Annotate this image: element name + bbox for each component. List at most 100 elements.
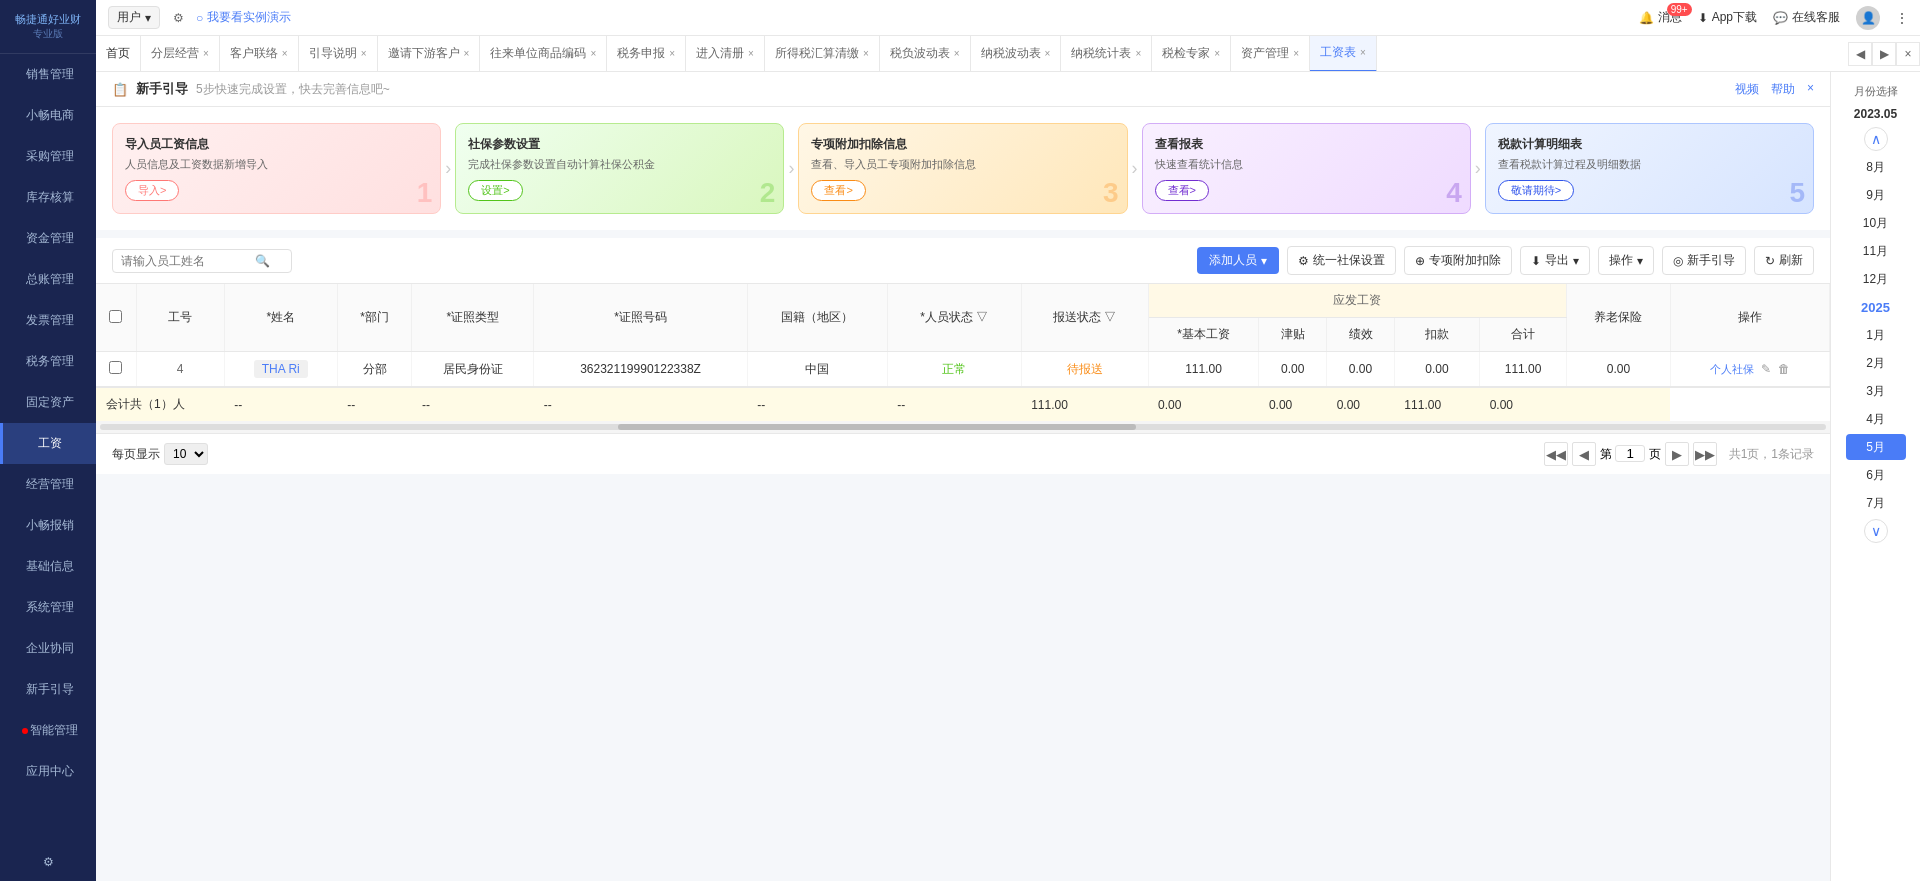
tab-tax-fluctuation[interactable]: 纳税波动表 × [971,36,1062,72]
step-5-button[interactable]: 敬请期待> [1498,180,1574,201]
month-item-10[interactable]: 10月 [1846,210,1906,236]
sidebar-item-ledger[interactable]: 总账管理 [0,259,96,300]
tab-close-icon[interactable]: × [282,48,288,59]
tab-scroll-right[interactable]: ▶ [1872,42,1896,66]
operations-button[interactable]: 操作 ▾ [1598,246,1654,275]
more-button[interactable]: ⋮ [1896,11,1908,25]
settings-icon[interactable]: ⚙ [168,8,188,28]
tab-close-icon[interactable]: × [669,48,675,59]
sidebar-item-collab[interactable]: 企业协同 [0,628,96,669]
year-2025-item[interactable]: 2025 [1846,294,1906,320]
tab-close-icon[interactable]: × [863,48,869,59]
tab-close-icon[interactable]: × [954,48,960,59]
tab-close-icon[interactable]: × [1293,48,1299,59]
tab-layered-ops[interactable]: 分层经营 × [141,36,220,72]
last-page-button[interactable]: ▶▶ [1693,442,1717,466]
app-download-button[interactable]: ⬇ App下载 [1698,9,1757,26]
select-all-checkbox[interactable] [109,310,122,323]
tab-close-icon[interactable]: × [1135,48,1141,59]
tab-income-tax[interactable]: 所得税汇算清缴 × [765,36,880,72]
tab-close-icon[interactable]: × [590,48,596,59]
sidebar-item-system[interactable]: 系统管理 [0,587,96,628]
tab-close-icon[interactable]: × [1360,47,1366,58]
sidebar-item-assets[interactable]: 固定资产 [0,382,96,423]
edit-icon[interactable]: ✎ [1761,362,1771,376]
next-page-button[interactable]: ▶ [1665,442,1689,466]
sidebar-item-ecommerce[interactable]: 小畅电商 [0,95,96,136]
month-item-4[interactable]: 4月 [1846,406,1906,432]
month-item-9[interactable]: 9月 [1846,182,1906,208]
month-item-5-active[interactable]: 5月 [1846,434,1906,460]
tab-close-icon[interactable]: × [1045,48,1051,59]
tab-close-icon[interactable]: × [203,48,209,59]
report-filter-icon[interactable]: ▽ [1104,310,1116,324]
guide-button[interactable]: ◎ 新手引导 [1662,246,1746,275]
sidebar-item-tax[interactable]: 税务管理 [0,341,96,382]
add-person-button[interactable]: 添加人员 ▾ [1197,247,1279,274]
sidebar-item-finance[interactable]: 资金管理 [0,218,96,259]
status-filter-icon[interactable]: ▽ [976,310,988,324]
demo-link[interactable]: ○ 我要看实例演示 [196,9,291,26]
tab-tax-stats[interactable]: 纳税统计表 × [1061,36,1152,72]
sidebar-item-expense[interactable]: 小畅报销 [0,505,96,546]
tab-clearance[interactable]: 进入清册 × [686,36,765,72]
set-social-button[interactable]: ⚙ 统一社保设置 [1287,246,1396,275]
export-button[interactable]: ⬇ 导出 ▾ [1520,246,1590,275]
tab-close-icon[interactable]: × [1214,48,1220,59]
horizontal-scrollbar[interactable] [96,421,1830,433]
sidebar-item-inventory[interactable]: 库存核算 [0,177,96,218]
notification-button[interactable]: 🔔 消息 99+ [1639,9,1682,26]
row-checkbox[interactable] [109,361,122,374]
tab-guide[interactable]: 引导说明 × [299,36,378,72]
search-icon[interactable]: 🔍 [255,254,270,268]
page-number-input[interactable] [1615,445,1645,462]
month-item-7[interactable]: 7月 [1846,490,1906,516]
guide-help-link[interactable]: 帮助 [1771,81,1795,98]
tab-tax-filing[interactable]: 税务申报 × [607,36,686,72]
user-selector[interactable]: 用户 ▾ [108,6,160,29]
sidebar-item-operations[interactable]: 经营管理 [0,464,96,505]
tab-close-icon[interactable]: × [748,48,754,59]
delete-icon[interactable]: 🗑 [1778,362,1790,376]
month-item-6[interactable]: 6月 [1846,462,1906,488]
sidebar-item-guide[interactable]: 新手引导 [0,669,96,710]
guide-video-link[interactable]: 视频 [1735,81,1759,98]
avatar[interactable]: 👤 [1856,6,1880,30]
special-deduct-button[interactable]: ⊕ 专项附加扣除 [1404,246,1512,275]
h-scroll-thumb[interactable] [618,424,1136,430]
step-3-button[interactable]: 查看> [811,180,865,201]
online-service-button[interactable]: 💬 在线客服 [1773,9,1840,26]
step-1-button[interactable]: 导入> [125,180,179,201]
month-item-8[interactable]: 8月 [1846,154,1906,180]
sidebar-item-sales[interactable]: 销售管理 [0,54,96,95]
sidebar-item-apps[interactable]: 应用中心 [0,751,96,792]
tab-home[interactable]: 首页 [96,36,141,72]
month-scroll-up[interactable]: ∧ [1864,127,1888,151]
month-item-1[interactable]: 1月 [1846,322,1906,348]
sidebar-item-purchase[interactable]: 采购管理 [0,136,96,177]
month-scroll-down[interactable]: ∨ [1864,519,1888,543]
tab-scroll-left[interactable]: ◀ [1848,42,1872,66]
sidebar-item-payroll[interactable]: 工资 [0,423,96,464]
tab-product-code[interactable]: 往来单位商品编码 × [480,36,607,72]
tab-payroll[interactable]: 工资表 × [1310,36,1377,72]
sidebar-item-basic-info[interactable]: 基础信息 [0,546,96,587]
tab-close-icon[interactable]: × [361,48,367,59]
month-item-3[interactable]: 3月 [1846,378,1906,404]
search-input[interactable] [121,254,251,268]
prev-page-button[interactable]: ◀ [1572,442,1596,466]
tab-close-all[interactable]: × [1896,42,1920,66]
sidebar-settings[interactable]: ⚙ [0,843,96,881]
month-item-11[interactable]: 11月 [1846,238,1906,264]
step-4-button[interactable]: 查看> [1155,180,1209,201]
tab-invite[interactable]: 邀请下游客户 × [378,36,481,72]
first-page-button[interactable]: ◀◀ [1544,442,1568,466]
action-social-insurance[interactable]: 个人社保 [1710,363,1754,375]
step-2-button[interactable]: 设置> [468,180,522,201]
tab-close-icon[interactable]: × [464,48,470,59]
sidebar-item-ai[interactable]: 智能管理 [0,710,96,751]
refresh-button[interactable]: ↻ 刷新 [1754,246,1814,275]
page-size-select[interactable]: 10 20 50 [164,443,208,465]
tab-tax-burden[interactable]: 税负波动表 × [880,36,971,72]
sidebar-item-invoice[interactable]: 发票管理 [0,300,96,341]
